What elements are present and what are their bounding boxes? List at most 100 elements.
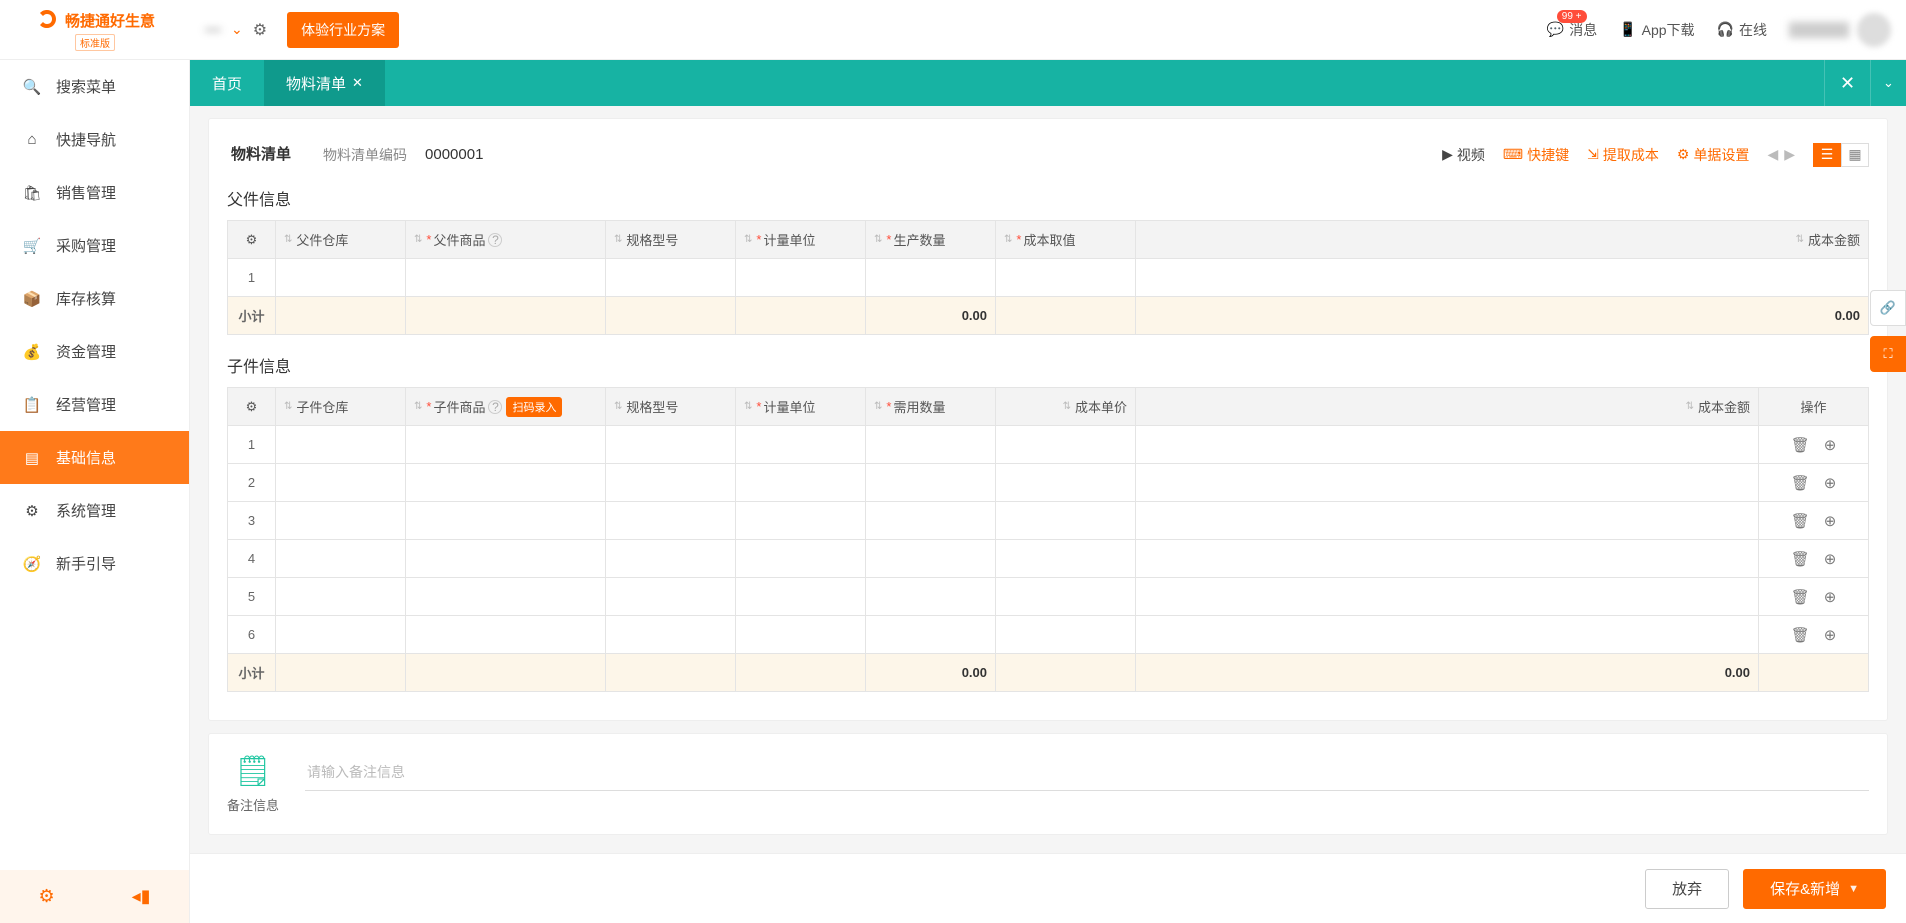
messages-button[interactable]: 💬 消息 99 + [1547,20,1597,40]
remark-input[interactable] [305,754,1869,791]
cell[interactable] [406,426,606,464]
col-child-costprice[interactable]: ⇅成本单价 [996,388,1136,426]
cell[interactable] [406,578,606,616]
cell[interactable] [1136,540,1759,578]
cell[interactable] [996,502,1136,540]
tab-close-icon[interactable]: ✕ [352,75,363,91]
delete-row-icon[interactable]: 🗑 [1791,626,1810,644]
sidebar-settings-icon[interactable]: ⚙ [38,886,54,907]
child-row[interactable]: 4🗑⊕ [228,540,1869,578]
cell[interactable] [866,502,996,540]
sidebar-item-quicknav[interactable]: ⌂快捷导航 [0,113,189,166]
sidebar-item-finance[interactable]: 💰资金管理 [0,325,189,378]
col-parent-costamount[interactable]: ⇅成本金额 [1136,221,1869,259]
cell[interactable] [996,426,1136,464]
cell[interactable] [736,464,866,502]
cell[interactable] [606,616,736,654]
child-row[interactable]: 3🗑⊕ [228,502,1869,540]
col-parent-costbasis[interactable]: ⇅*成本取值 [996,221,1136,259]
col-child-product[interactable]: ⇅*子件商品?扫码录入 [406,388,606,426]
tab-more-button[interactable]: ⌄ [1870,60,1906,106]
help-icon[interactable]: ? [488,233,502,247]
add-row-icon[interactable]: ⊕ [1824,626,1837,644]
cell[interactable] [1136,426,1759,464]
shortcut-button[interactable]: ⌨快捷键 [1503,145,1569,165]
cell[interactable] [736,616,866,654]
cell[interactable] [996,616,1136,654]
cell[interactable] [736,540,866,578]
delete-row-icon[interactable]: 🗑 [1791,474,1810,492]
sidebar-item-basicinfo[interactable]: ▤基础信息 [0,431,189,484]
next-record-button[interactable]: ▶ [1784,146,1795,163]
page-subtab[interactable]: 物料清单 [227,135,295,174]
attachment-button[interactable]: 🔗 [1870,290,1906,326]
cell[interactable] [736,502,866,540]
add-row-icon[interactable]: ⊕ [1824,588,1837,606]
delete-row-icon[interactable]: 🗑 [1791,436,1810,454]
cell[interactable] [1136,578,1759,616]
cell[interactable] [406,616,606,654]
cell[interactable] [1136,464,1759,502]
online-support-button[interactable]: 🎧 在线 [1717,20,1767,40]
cell[interactable] [736,259,866,297]
view-list-button[interactable]: ☰ [1813,143,1841,167]
sidebar-item-sales[interactable]: 🛍销售管理 [0,166,189,219]
tab-home[interactable]: 首页 [190,60,264,106]
cell[interactable] [866,578,996,616]
column-settings-icon[interactable]: ⚙ [246,232,258,247]
delete-row-icon[interactable]: 🗑 [1791,512,1810,530]
child-row[interactable]: 2🗑⊕ [228,464,1869,502]
cell[interactable] [406,502,606,540]
col-child-unit[interactable]: ⇅*计量单位 [736,388,866,426]
col-parent-spec[interactable]: ⇅规格型号 [606,221,736,259]
cell[interactable] [276,616,406,654]
cell[interactable] [276,259,406,297]
discard-button[interactable]: 放弃 [1645,869,1729,909]
cell[interactable] [276,426,406,464]
cell[interactable] [606,502,736,540]
sidebar-item-operation[interactable]: 📋经营管理 [0,378,189,431]
cell[interactable] [996,578,1136,616]
cell[interactable] [736,426,866,464]
app-download-button[interactable]: 📱 App下载 [1619,20,1694,40]
cell[interactable] [606,578,736,616]
cell[interactable] [996,540,1136,578]
cell[interactable] [996,464,1136,502]
cell[interactable] [406,464,606,502]
extract-cost-button[interactable]: ⇲提取成本 [1587,145,1659,165]
add-row-icon[interactable]: ⊕ [1824,474,1837,492]
cell[interactable] [1136,502,1759,540]
cell[interactable] [606,426,736,464]
company-selector[interactable]: — ⌄ ⚙ [205,20,267,40]
parent-row[interactable]: 1 [228,259,1869,297]
col-parent-unit[interactable]: ⇅*计量单位 [736,221,866,259]
sidebar-item-search[interactable]: 🔍搜索菜单 [0,60,189,113]
cell[interactable] [406,259,606,297]
help-icon[interactable]: ? [488,400,502,414]
delete-row-icon[interactable]: 🗑 [1791,550,1810,568]
cell[interactable] [1136,616,1759,654]
view-card-button[interactable]: ▦ [1841,143,1869,167]
industry-plan-button[interactable]: 体验行业方案 [287,12,399,48]
sidebar-item-guide[interactable]: 🧭新手引导 [0,537,189,590]
sidebar-item-system[interactable]: ⚙系统管理 [0,484,189,537]
scan-input-badge[interactable]: 扫码录入 [506,397,562,417]
cell[interactable] [866,540,996,578]
col-child-spec[interactable]: ⇅规格型号 [606,388,736,426]
cell[interactable] [606,540,736,578]
column-settings-icon[interactable]: ⚙ [246,399,258,414]
cell[interactable] [276,464,406,502]
cell[interactable] [866,259,996,297]
video-help-button[interactable]: ▶视频 [1442,145,1485,165]
tab-bom[interactable]: 物料清单 ✕ [264,60,385,106]
child-row[interactable]: 5🗑⊕ [228,578,1869,616]
add-row-icon[interactable]: ⊕ [1824,436,1837,454]
col-parent-product[interactable]: ⇅*父件商品? [406,221,606,259]
add-row-icon[interactable]: ⊕ [1824,512,1837,530]
cell[interactable] [276,502,406,540]
cell[interactable] [606,259,736,297]
delete-row-icon[interactable]: 🗑 [1791,588,1810,606]
cell[interactable] [866,426,996,464]
cell[interactable] [866,616,996,654]
sidebar-collapse-icon[interactable]: ◂▮ [132,886,151,907]
